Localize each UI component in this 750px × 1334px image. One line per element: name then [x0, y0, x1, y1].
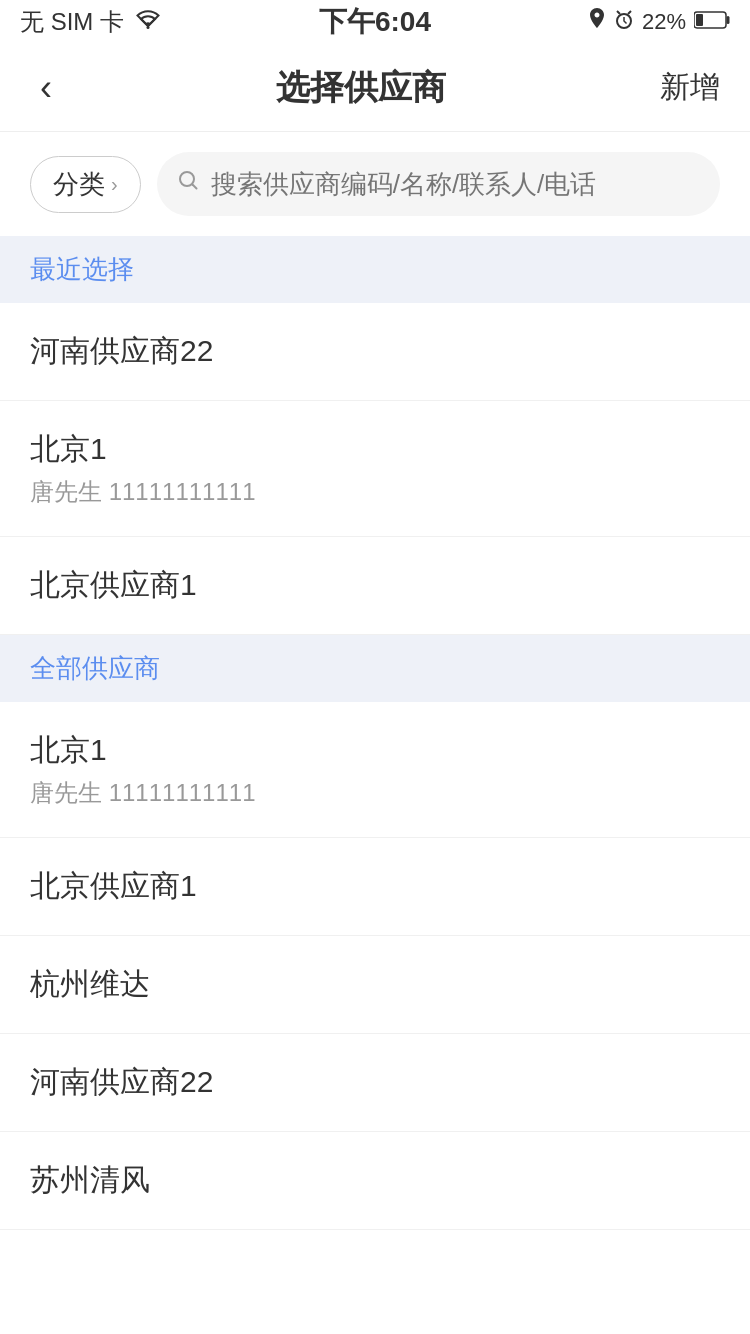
category-label: 分类 — [53, 167, 105, 202]
search-icon — [177, 169, 201, 200]
recent-section-label: 最近选择 — [30, 254, 134, 284]
add-button[interactable]: 新增 — [660, 67, 720, 108]
status-right: 22% — [588, 8, 730, 36]
item-name: 北京1 — [30, 730, 720, 771]
location-icon — [588, 8, 606, 36]
svg-rect-4 — [696, 14, 703, 26]
category-button[interactable]: 分类 › — [30, 156, 141, 213]
svg-rect-3 — [726, 16, 729, 24]
chevron-right-icon: › — [111, 173, 118, 196]
all-list: 北京1 唐先生 11111111111 北京供应商1 杭州维达河南供应商22 苏州清风 — [0, 702, 750, 1230]
svg-point-0 — [147, 26, 150, 29]
search-input[interactable] — [211, 169, 700, 200]
search-container — [157, 152, 720, 216]
item-name: 苏州清风 — [30, 1160, 720, 1201]
nav-bar: ‹ 选择供应商 新增 — [0, 44, 750, 132]
item-name: 北京供应商1 — [30, 565, 720, 606]
item-name: 北京供应商1 — [30, 866, 720, 907]
all-section-label: 全部供应商 — [30, 653, 160, 683]
recent-list: 河南供应商22 北京1 唐先生 11111111111 北京供应商1 — [0, 303, 750, 635]
list-item[interactable]: 苏州清风 — [0, 1132, 750, 1230]
list-item[interactable]: 北京供应商1 — [0, 838, 750, 936]
recent-section-header: 最近选择 — [0, 236, 750, 303]
status-bar: 无 SIM 卡 下午6:04 22% — [0, 0, 750, 44]
page-title: 选择供应商 — [276, 65, 446, 111]
status-time: 下午6:04 — [319, 3, 431, 41]
filter-bar: 分类 › — [0, 132, 750, 236]
item-sub: 唐先生 11111111111 — [30, 476, 720, 508]
list-item[interactable]: 杭州维达 — [0, 936, 750, 1034]
sim-status: 无 SIM 卡 — [20, 6, 124, 38]
list-item[interactable]: 北京1 唐先生 11111111111 — [0, 401, 750, 537]
item-name: 杭州维达 — [30, 964, 720, 1005]
item-name: 北京1 — [30, 429, 720, 470]
status-left: 无 SIM 卡 — [20, 6, 162, 38]
list-item[interactable]: 河南供应商22 — [0, 303, 750, 401]
battery-percentage: 22% — [642, 9, 686, 35]
item-name: 河南供应商22 — [30, 1062, 720, 1103]
battery-icon — [694, 9, 730, 35]
item-sub: 唐先生 11111111111 — [30, 777, 720, 809]
wifi-icon — [134, 8, 162, 36]
list-item[interactable]: 北京1 唐先生 11111111111 — [0, 702, 750, 838]
alarm-icon — [614, 8, 634, 36]
list-item[interactable]: 北京供应商1 — [0, 537, 750, 635]
item-name: 河南供应商22 — [30, 331, 720, 372]
all-section-header: 全部供应商 — [0, 635, 750, 702]
list-item[interactable]: 河南供应商22 — [0, 1034, 750, 1132]
back-button[interactable]: ‹ — [30, 57, 62, 119]
